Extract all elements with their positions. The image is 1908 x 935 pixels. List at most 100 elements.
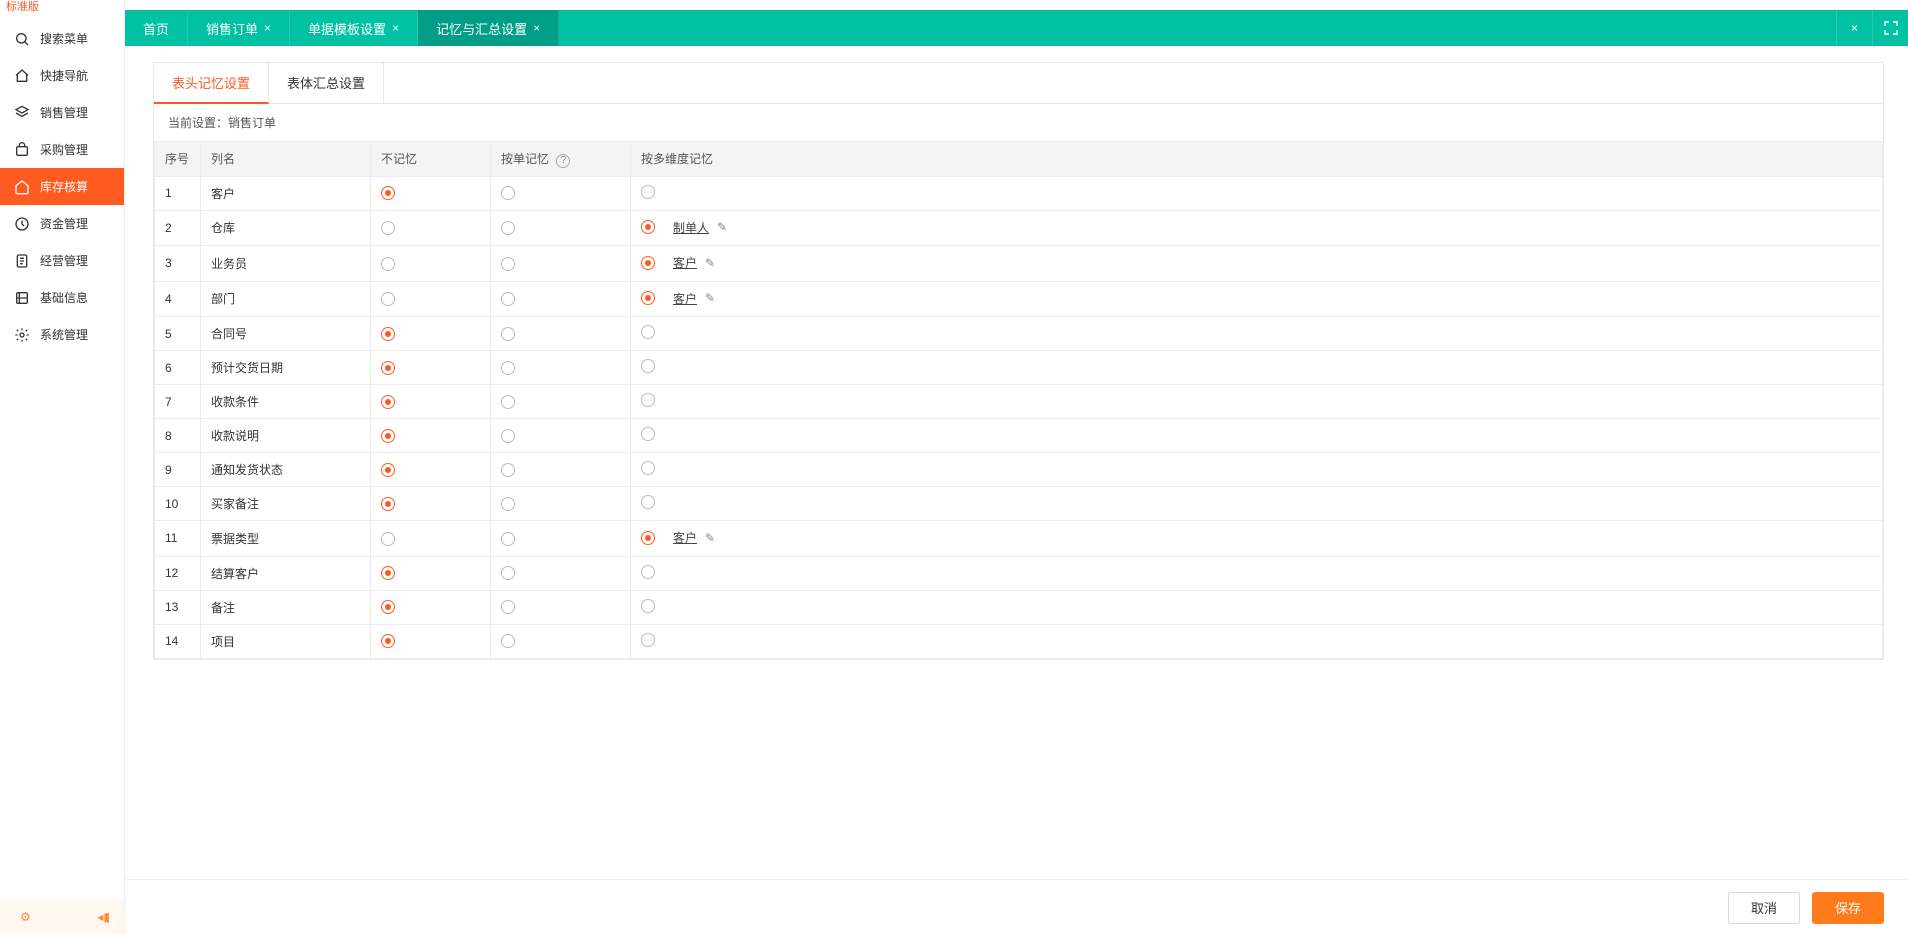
- radio[interactable]: [381, 532, 395, 546]
- tab-0[interactable]: 首页: [125, 10, 188, 46]
- dimension-link[interactable]: 客户: [673, 529, 697, 546]
- sidebar-item-2[interactable]: 销售管理: [0, 94, 124, 131]
- dimension-link[interactable]: 制单人: [673, 219, 709, 236]
- radio[interactable]: [501, 497, 515, 511]
- radio[interactable]: [501, 186, 515, 200]
- cell-by-dim: [631, 624, 1883, 658]
- tab-2[interactable]: 单据模板设置×: [290, 10, 418, 46]
- radio[interactable]: [381, 395, 395, 409]
- radio[interactable]: [381, 221, 395, 235]
- cell-name: 买家备注: [201, 487, 371, 521]
- radio[interactable]: [501, 327, 515, 341]
- cell-seq: 3: [155, 246, 201, 282]
- radio[interactable]: [641, 359, 655, 373]
- radio[interactable]: [641, 325, 655, 339]
- cell-name: 票据类型: [201, 521, 371, 557]
- radio[interactable]: [381, 292, 395, 306]
- save-button[interactable]: 保存: [1812, 892, 1884, 924]
- tab-3[interactable]: 记忆与汇总设置×: [418, 10, 559, 46]
- table-row: 11票据类型客户 ✎: [155, 521, 1883, 557]
- radio[interactable]: [381, 327, 395, 341]
- edit-icon[interactable]: ✎: [705, 256, 715, 270]
- cell-by-dim: 客户 ✎: [631, 281, 1883, 317]
- cell-no-memory: [371, 624, 491, 658]
- radio[interactable]: [641, 393, 655, 407]
- cell-by-order: [491, 351, 631, 385]
- radio[interactable]: [501, 429, 515, 443]
- collapse-icon[interactable]: ◂▮: [97, 910, 110, 924]
- radio[interactable]: [641, 531, 655, 545]
- gear-icon[interactable]: ⚙: [20, 910, 31, 924]
- dimension-link[interactable]: 客户: [673, 254, 697, 271]
- sidebar-item-8[interactable]: 系统管理: [0, 316, 124, 353]
- radio[interactable]: [641, 220, 655, 234]
- radio[interactable]: [641, 599, 655, 613]
- edit-icon[interactable]: ✎: [705, 531, 715, 545]
- cell-seq: 2: [155, 210, 201, 246]
- cancel-button[interactable]: 取消: [1728, 892, 1800, 924]
- main: 首页销售订单×单据模板设置×记忆与汇总设置× × 基础设置显示设置打印设置审核设…: [125, 0, 1908, 935]
- radio[interactable]: [501, 566, 515, 580]
- radio[interactable]: [641, 461, 655, 475]
- dimension-link[interactable]: 客户: [673, 290, 697, 307]
- cell-by-dim: [631, 176, 1883, 210]
- sidebar-item-1[interactable]: 快捷导航: [0, 57, 124, 94]
- tab-close-icon[interactable]: ×: [392, 21, 399, 35]
- cell-no-memory: [371, 281, 491, 317]
- edit-icon[interactable]: ✎: [705, 291, 715, 305]
- radio[interactable]: [641, 495, 655, 509]
- radio[interactable]: [381, 463, 395, 477]
- radio[interactable]: [501, 395, 515, 409]
- cell-seq: 1: [155, 176, 201, 210]
- subtab-body-summary[interactable]: 表体汇总设置: [269, 63, 384, 104]
- radio[interactable]: [381, 497, 395, 511]
- radio[interactable]: [381, 429, 395, 443]
- th-seq: 序号: [155, 142, 201, 177]
- radio[interactable]: [501, 634, 515, 648]
- sidebar-item-4[interactable]: 库存核算: [0, 168, 124, 205]
- fullscreen-button[interactable]: [1872, 10, 1908, 46]
- menu-icon: [14, 31, 30, 47]
- table-row: 14项目: [155, 624, 1883, 658]
- cell-seq: 14: [155, 624, 201, 658]
- help-icon[interactable]: ?: [556, 154, 570, 168]
- tab-close-icon[interactable]: ×: [533, 21, 540, 35]
- cell-no-memory: [371, 385, 491, 419]
- sidebar-item-6[interactable]: 经营管理: [0, 242, 124, 279]
- sidebar-item-7[interactable]: 基础信息: [0, 279, 124, 316]
- sidebar-item-label: 搜索菜单: [40, 30, 88, 47]
- cell-no-memory: [371, 176, 491, 210]
- sidebar-item-5[interactable]: 资金管理: [0, 205, 124, 242]
- radio[interactable]: [641, 565, 655, 579]
- radio[interactable]: [381, 566, 395, 580]
- radio[interactable]: [641, 256, 655, 270]
- cell-by-order: [491, 246, 631, 282]
- edit-icon[interactable]: ✎: [717, 220, 727, 234]
- radio[interactable]: [501, 463, 515, 477]
- radio[interactable]: [501, 221, 515, 235]
- radio[interactable]: [501, 600, 515, 614]
- radio[interactable]: [381, 600, 395, 614]
- radio[interactable]: [501, 361, 515, 375]
- tab-1[interactable]: 销售订单×: [188, 10, 290, 46]
- radio[interactable]: [501, 532, 515, 546]
- radio[interactable]: [381, 257, 395, 271]
- sidebar-item-0[interactable]: 搜索菜单: [0, 20, 124, 57]
- tab-close-icon[interactable]: ×: [264, 21, 271, 35]
- tab-close-all-button[interactable]: ×: [1836, 10, 1872, 46]
- cell-no-memory: [371, 521, 491, 557]
- subtab-header-memory[interactable]: 表头记忆设置: [154, 63, 269, 104]
- radio[interactable]: [381, 361, 395, 375]
- radio[interactable]: [641, 633, 655, 647]
- radio[interactable]: [381, 186, 395, 200]
- radio[interactable]: [501, 292, 515, 306]
- menu-icon: [14, 68, 30, 84]
- table-row: 9通知发货状态: [155, 453, 1883, 487]
- radio[interactable]: [641, 427, 655, 441]
- radio[interactable]: [381, 634, 395, 648]
- sidebar-item-3[interactable]: 采购管理: [0, 131, 124, 168]
- radio[interactable]: [641, 185, 655, 199]
- memory-table: 序号 列名 不记忆 按单记忆 ? 按多维度记忆 1客户2仓库制单人 ✎3业务员客…: [154, 141, 1883, 659]
- radio[interactable]: [501, 257, 515, 271]
- radio[interactable]: [641, 291, 655, 305]
